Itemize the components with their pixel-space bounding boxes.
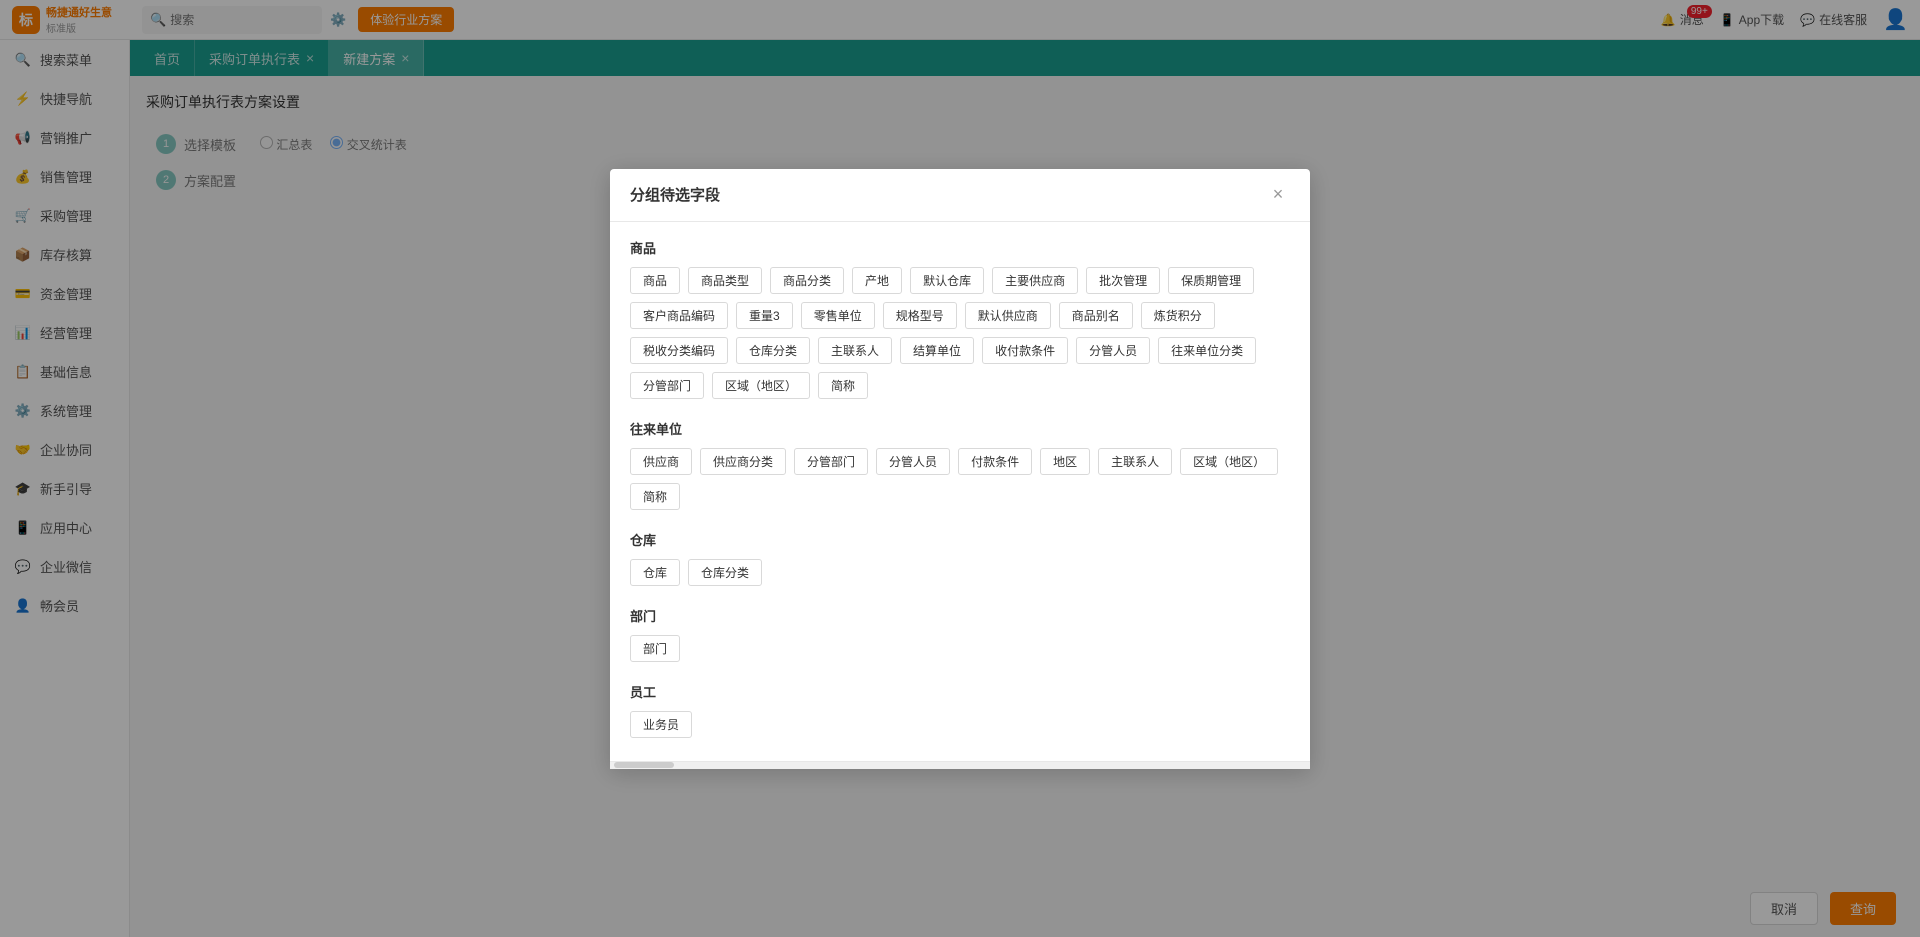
modal-body: 商品 商品 商品类型 商品分类 产地 默认仓库 主要供应商 批次管理 保质期管理… [610, 222, 1310, 761]
section-department: 部门 部门 [630, 606, 1290, 662]
field-select-modal: 分组待选字段 × 商品 商品 商品类型 商品分类 产地 默认仓库 主要供应商 批… [610, 169, 1310, 769]
section-employee: 员工 业务员 [630, 682, 1290, 738]
section-partner-title: 往来单位 [630, 419, 1290, 438]
field-tag[interactable]: 主要供应商 [992, 267, 1078, 294]
field-tag[interactable]: 批次管理 [1086, 267, 1160, 294]
field-tag[interactable]: 部门 [630, 635, 680, 662]
field-tag[interactable]: 规格型号 [883, 302, 957, 329]
field-tag[interactable]: 主联系人 [818, 337, 892, 364]
field-tag[interactable]: 商品别名 [1059, 302, 1133, 329]
field-tag[interactable]: 默认仓库 [910, 267, 984, 294]
field-tag[interactable]: 结算单位 [900, 337, 974, 364]
warehouse-tags: 仓库 仓库分类 [630, 559, 1290, 586]
modal-header: 分组待选字段 × [610, 169, 1310, 222]
field-tag[interactable]: 简称 [630, 483, 680, 510]
field-tag[interactable]: 商品类型 [688, 267, 762, 294]
section-goods: 商品 商品 商品类型 商品分类 产地 默认仓库 主要供应商 批次管理 保质期管理… [630, 238, 1290, 399]
field-tag[interactable]: 仓库分类 [688, 559, 762, 586]
modal-title: 分组待选字段 [630, 184, 720, 205]
field-tag[interactable]: 零售单位 [801, 302, 875, 329]
goods-tags: 商品 商品类型 商品分类 产地 默认仓库 主要供应商 批次管理 保质期管理 客户… [630, 267, 1290, 399]
field-tag[interactable]: 业务员 [630, 711, 692, 738]
field-tag[interactable]: 分管部门 [630, 372, 704, 399]
field-tag[interactable]: 炼货积分 [1141, 302, 1215, 329]
modal-close-btn[interactable]: × [1266, 183, 1290, 207]
field-tag[interactable]: 供应商 [630, 448, 692, 475]
field-tag[interactable]: 商品 [630, 267, 680, 294]
field-tag[interactable]: 地区 [1040, 448, 1090, 475]
field-tag[interactable]: 仓库分类 [736, 337, 810, 364]
section-goods-title: 商品 [630, 238, 1290, 257]
section-warehouse-title: 仓库 [630, 530, 1290, 549]
field-tag[interactable]: 分管人员 [1076, 337, 1150, 364]
field-tag[interactable]: 分管部门 [794, 448, 868, 475]
field-tag[interactable]: 分管人员 [876, 448, 950, 475]
field-tag[interactable]: 商品分类 [770, 267, 844, 294]
employee-tags: 业务员 [630, 711, 1290, 738]
field-tag[interactable]: 收付款条件 [982, 337, 1068, 364]
field-tag[interactable]: 仓库 [630, 559, 680, 586]
modal-hscroll-thumb[interactable] [614, 762, 674, 768]
section-partner: 往来单位 供应商 供应商分类 分管部门 分管人员 付款条件 地区 主联系人 区域… [630, 419, 1290, 510]
partner-tags: 供应商 供应商分类 分管部门 分管人员 付款条件 地区 主联系人 区域（地区） … [630, 448, 1290, 510]
section-department-title: 部门 [630, 606, 1290, 625]
modal-overlay: 分组待选字段 × 商品 商品 商品类型 商品分类 产地 默认仓库 主要供应商 批… [0, 0, 1920, 937]
field-tag[interactable]: 区域（地区） [1180, 448, 1278, 475]
field-tag[interactable]: 客户商品编码 [630, 302, 728, 329]
field-tag[interactable]: 区域（地区） [712, 372, 810, 399]
field-tag[interactable]: 供应商分类 [700, 448, 786, 475]
section-warehouse: 仓库 仓库 仓库分类 [630, 530, 1290, 586]
field-tag[interactable]: 重量3 [736, 302, 793, 329]
field-tag[interactable]: 保质期管理 [1168, 267, 1254, 294]
field-tag[interactable]: 付款条件 [958, 448, 1032, 475]
modal-horizontal-scrollbar[interactable] [610, 761, 1310, 769]
field-tag[interactable]: 产地 [852, 267, 902, 294]
field-tag[interactable]: 往来单位分类 [1158, 337, 1256, 364]
field-tag[interactable]: 主联系人 [1098, 448, 1172, 475]
section-employee-title: 员工 [630, 682, 1290, 701]
department-tags: 部门 [630, 635, 1290, 662]
field-tag[interactable]: 简称 [818, 372, 868, 399]
field-tag[interactable]: 默认供应商 [965, 302, 1051, 329]
field-tag[interactable]: 税收分类编码 [630, 337, 728, 364]
